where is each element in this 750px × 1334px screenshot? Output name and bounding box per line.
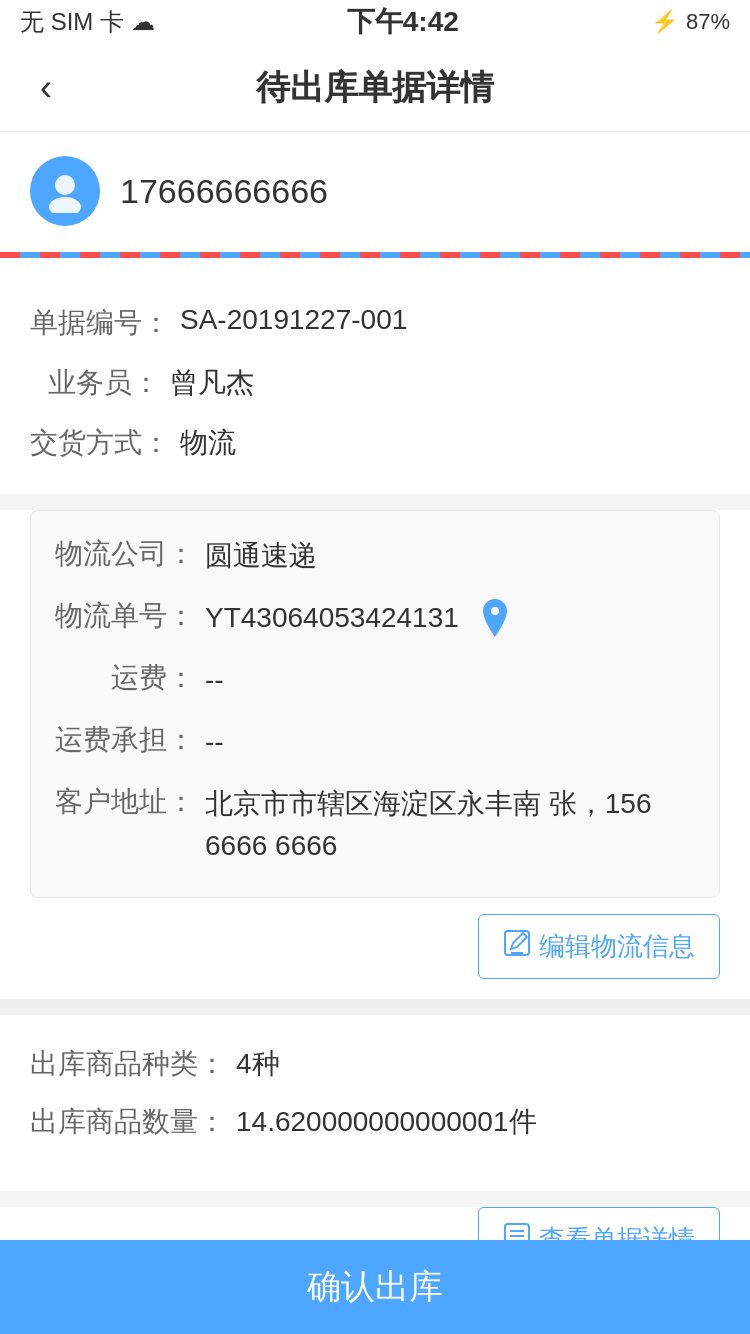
logistics-company-label: 物流公司：	[55, 535, 195, 573]
status-time: 下午4:42	[347, 3, 459, 41]
logistics-company-row: 物流公司： 圆通速递	[55, 535, 695, 577]
back-button[interactable]: ‹	[30, 57, 62, 119]
edit-logistics-label: 编辑物流信息	[539, 929, 695, 964]
delivery-method-label: 交货方式：	[30, 424, 170, 462]
section-divider	[0, 999, 750, 1015]
freight-label: 运费：	[55, 659, 195, 697]
goods-type-row: 出库商品种类： 4种	[30, 1045, 720, 1083]
avatar	[30, 156, 100, 226]
goods-quantity-row: 出库商品数量： 14.620000000000001件	[30, 1103, 720, 1141]
location-icon[interactable]	[475, 598, 515, 638]
edit-logistics-button[interactable]: 编辑物流信息	[478, 914, 720, 979]
logistics-tracking-row: 物流单号： YT43064053424131	[55, 597, 695, 639]
goods-section: 出库商品种类： 4种 出库商品数量： 14.620000000000001件	[0, 1015, 750, 1191]
logistics-tracking-label: 物流单号：	[55, 597, 195, 635]
address-label: 客户地址：	[55, 783, 195, 821]
network-status: 无 SIM 卡 ☁	[20, 6, 155, 38]
svg-point-0	[55, 175, 75, 195]
customer-header: 17666666666	[0, 132, 750, 250]
status-left: 无 SIM 卡 ☁	[20, 6, 155, 38]
edit-logistics-container: 编辑物流信息	[0, 914, 750, 999]
sales-person-label: 业务员：	[30, 364, 160, 402]
sales-person-value: 曾凡杰	[170, 364, 720, 402]
battery-level: 87%	[686, 9, 730, 35]
address-value: 北京市市辖区海淀区永丰南 张，156 6666 6666	[205, 783, 695, 867]
order-number-row: 单据编号： SA-20191227-001	[30, 304, 720, 342]
sales-person-row: 业务员： 曾凡杰	[30, 364, 720, 402]
nav-bar: ‹ 待出库单据详情	[0, 44, 750, 132]
freight-value: --	[205, 659, 695, 701]
customer-phone: 17666666666	[120, 172, 328, 211]
status-right: ⚡ 87%	[651, 9, 730, 35]
freight-bearer-label: 运费承担：	[55, 721, 195, 759]
tracking-number: YT43064053424131	[205, 597, 459, 639]
svg-point-1	[49, 197, 81, 213]
delivery-method-row: 交货方式： 物流	[30, 424, 720, 462]
address-row: 客户地址： 北京市市辖区海淀区永丰南 张，156 6666 6666	[55, 783, 695, 867]
order-number-label: 单据编号：	[30, 304, 170, 342]
goods-type-value: 4种	[236, 1045, 280, 1083]
confirm-btn-container: 确认出库	[0, 1240, 750, 1334]
dashed-divider	[0, 252, 750, 258]
order-number-value: SA-20191227-001	[180, 304, 720, 336]
confirm-button[interactable]: 确认出库	[0, 1264, 750, 1310]
edit-icon	[503, 929, 531, 964]
status-bar: 无 SIM 卡 ☁ 下午4:42 ⚡ 87%	[0, 0, 750, 44]
delivery-method-value: 物流	[180, 424, 720, 462]
goods-quantity-label: 出库商品数量：	[30, 1103, 226, 1141]
logistics-card: 物流公司： 圆通速递 物流单号： YT43064053424131	[30, 510, 720, 898]
logistics-tracking-value: YT43064053424131	[205, 597, 695, 639]
freight-bearer-value: --	[205, 721, 695, 763]
logistics-company-value: 圆通速递	[205, 535, 695, 577]
freight-row: 运费： --	[55, 659, 695, 701]
battery-icon: ⚡	[651, 9, 678, 35]
freight-bearer-row: 运费承担： --	[55, 721, 695, 763]
order-info-section: 单据编号： SA-20191227-001 业务员： 曾凡杰 交货方式： 物流	[0, 274, 750, 494]
goods-quantity-value: 14.620000000000001件	[236, 1103, 537, 1141]
page-title: 待出库单据详情	[256, 65, 494, 111]
goods-type-label: 出库商品种类：	[30, 1045, 226, 1083]
